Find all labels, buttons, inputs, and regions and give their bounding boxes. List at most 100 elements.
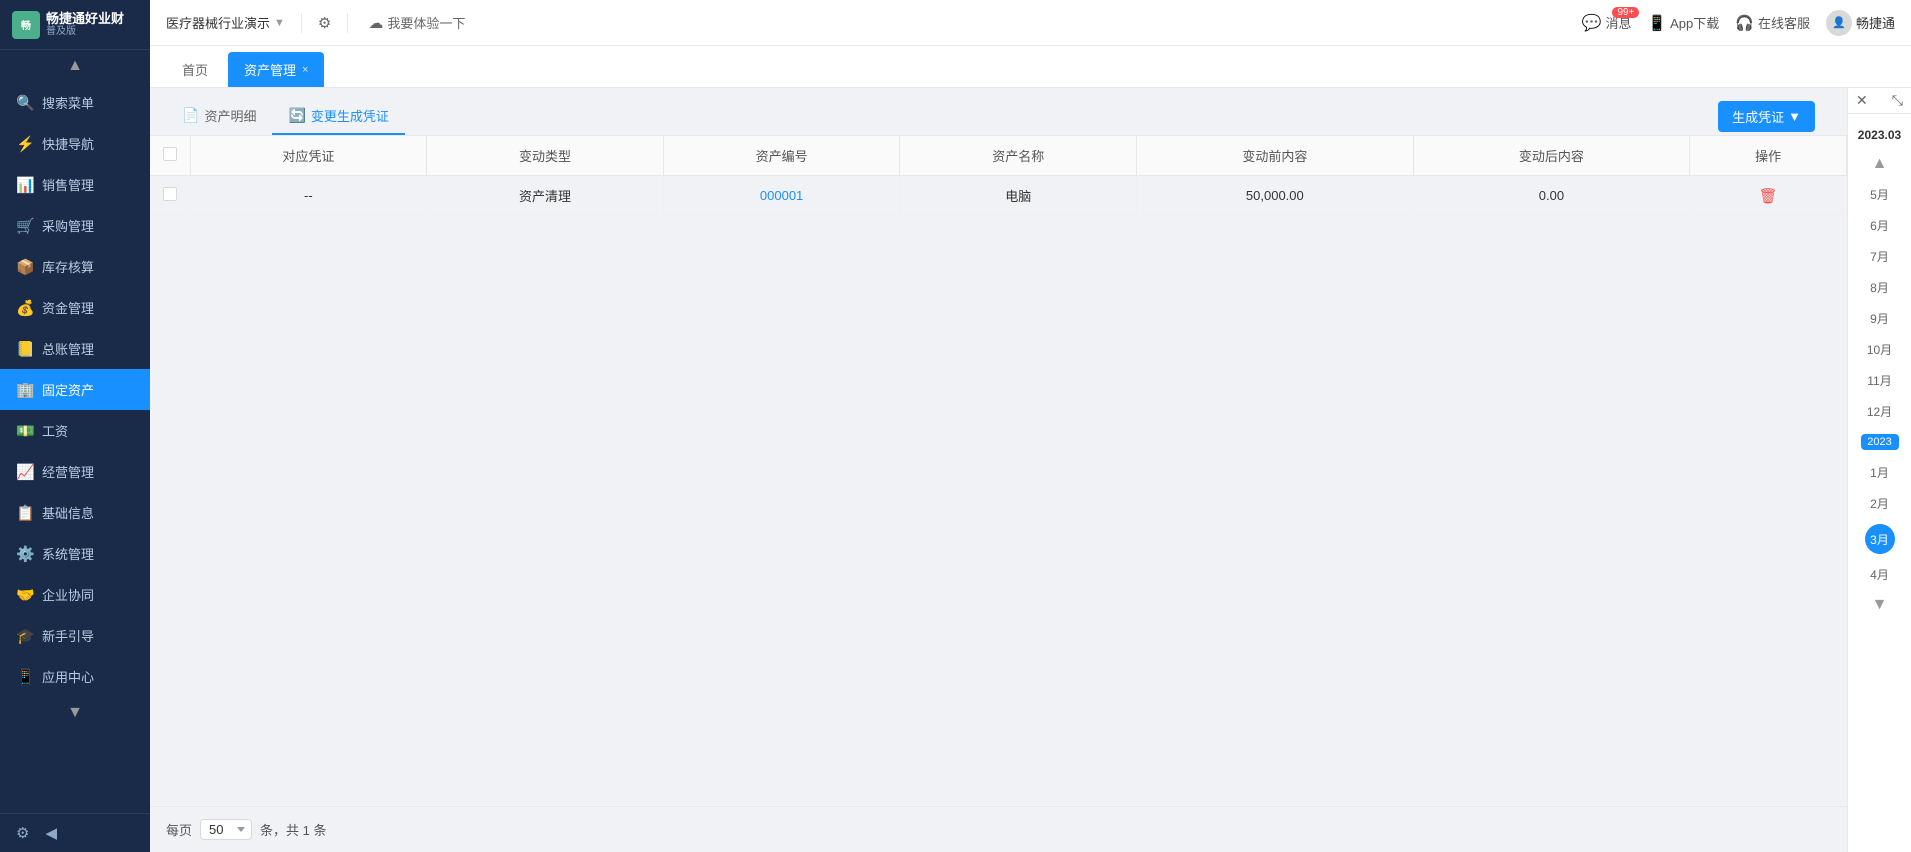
sidebar-item-payroll[interactable]: 💵 工资 [0, 410, 150, 451]
content-main: 📄 资产明细 🔄 变更生成凭证 生成凭证 ▼ [150, 88, 1847, 852]
company-name: 医疗器械行业演示 [166, 13, 270, 32]
month-scroll-down[interactable]: ▼ [1868, 593, 1892, 617]
pagination: 每页 50 10 20 100 条，共 1 条 [150, 806, 1847, 852]
row-checkbox-cell[interactable] [150, 176, 190, 216]
app-download-action[interactable]: 📱 App下载 [1647, 13, 1719, 32]
month-12[interactable]: 12月 [1848, 399, 1911, 424]
month-5[interactable]: 5月 [1848, 182, 1911, 207]
tab-asset-management[interactable]: 资产管理 × [228, 52, 324, 87]
sub-tab-asset-detail[interactable]: 📄 资产明细 [166, 98, 272, 135]
message-icon: 💬 [1582, 13, 1602, 33]
month-2[interactable]: 2月 [1848, 491, 1911, 516]
month-6[interactable]: 6月 [1848, 213, 1911, 238]
table-area: 对应凭证 变动类型 资产编号 资产名称 [150, 136, 1847, 806]
sidebar-item-cooperation[interactable]: 🤝 企业协同 [0, 574, 150, 615]
table-header-before: 变动前内容 [1137, 136, 1414, 176]
sidebar-item-label: 企业协同 [42, 585, 94, 604]
customer-service-icon: 🎧 [1735, 14, 1754, 32]
avatar: 👤 [1826, 10, 1852, 36]
table-header-checkbox[interactable] [150, 136, 190, 176]
basic-info-icon: 📋 [16, 504, 34, 522]
row-asset-no: 000001 [663, 176, 900, 216]
search-icon: 🔍 [16, 94, 34, 112]
page-size-select[interactable]: 50 10 20 100 [200, 819, 252, 840]
row-checkbox[interactable] [163, 187, 177, 201]
user-menu[interactable]: 👤 畅捷通 [1826, 10, 1895, 36]
month-7[interactable]: 7月 [1848, 244, 1911, 269]
purchase-icon: 🛒 [16, 217, 34, 235]
system-icon: ⚙️ [16, 545, 34, 563]
sidebar-item-ledger[interactable]: 📒 总账管理 [0, 328, 150, 369]
tab-home-label: 首页 [182, 63, 208, 78]
change-voucher-icon: 🔄 [288, 107, 305, 124]
dropdown-icon: ▼ [274, 17, 285, 29]
sidebar-item-quicknav[interactable]: ⚡ 快捷导航 [0, 123, 150, 164]
sidebar-item-inventory[interactable]: 📦 库存核算 [0, 246, 150, 287]
quicknav-icon: ⚡ [16, 135, 34, 153]
sidebar-item-fixed-assets[interactable]: 🏢 固定资产 [0, 369, 150, 410]
app-download-icon: 📱 [1647, 14, 1666, 32]
month-4[interactable]: 4月 [1848, 562, 1911, 587]
sidebar-item-sales[interactable]: 📊 销售管理 [0, 164, 150, 205]
generate-dropdown-icon: ▼ [1788, 109, 1801, 124]
company-settings-icon[interactable]: ⚙ [318, 14, 331, 32]
sidebar-item-guide[interactable]: 🎓 新手引导 [0, 615, 150, 656]
fund-icon: 💰 [16, 299, 34, 317]
row-asset-name: 电脑 [900, 176, 1137, 216]
row-change-type: 资产清理 [427, 176, 664, 216]
month-8[interactable]: 8月 [1848, 275, 1911, 300]
sidebar-item-app-center[interactable]: 📱 应用中心 [0, 656, 150, 697]
sidebar-item-search[interactable]: 🔍 搜索菜单 [0, 82, 150, 123]
delete-button[interactable]: 🗑 [1759, 188, 1778, 205]
select-all-checkbox[interactable] [163, 147, 177, 161]
generate-voucher-button[interactable]: 生成凭证 ▼ [1718, 101, 1815, 132]
year-2023-label: 2023 [1861, 434, 1899, 450]
tab-home[interactable]: 首页 [166, 52, 224, 87]
tab-asset-management-label: 资产管理 [244, 60, 296, 79]
app-center-icon: 📱 [16, 668, 34, 686]
sidebar-item-purchase[interactable]: 🛒 采购管理 [0, 205, 150, 246]
month-1[interactable]: 1月 [1848, 460, 1911, 485]
customer-service-label: 在线客服 [1758, 13, 1810, 32]
experience-icon: ☁ [368, 14, 383, 32]
sidebar-item-system[interactable]: ⚙️ 系统管理 [0, 533, 150, 574]
month-11[interactable]: 11月 [1848, 368, 1911, 393]
sidebar-item-label: 采购管理 [42, 216, 94, 235]
app-download-label: App下载 [1670, 13, 1719, 32]
sidebar-item-operation[interactable]: 📈 经营管理 [0, 451, 150, 492]
experience-label: 我要体验一下 [387, 13, 465, 32]
sub-tab-change-voucher-label: 变更生成凭证 [311, 106, 389, 125]
message-action[interactable]: 💬 消息 99+ [1582, 13, 1632, 33]
app-logo: 畅 畅捷通好业财 普及版 [0, 0, 150, 50]
sidebar-item-fund[interactable]: 💰 资金管理 [0, 287, 150, 328]
sub-tab-asset-detail-label: 资产明细 [204, 106, 256, 125]
sidebar-item-label: 系统管理 [42, 544, 94, 563]
sidebar-scroll-up[interactable]: ▲ [63, 54, 87, 78]
ledger-icon: 📒 [16, 340, 34, 358]
operation-icon: 📈 [16, 463, 34, 481]
tab-bar: 首页 资产管理 × [150, 46, 1911, 88]
month-9[interactable]: 9月 [1848, 306, 1911, 331]
asset-detail-icon: 📄 [182, 107, 199, 124]
month-3-active[interactable]: 3月 [1865, 524, 1895, 554]
sidebar-item-label: 固定资产 [42, 380, 94, 399]
sidebar-item-label: 工资 [42, 421, 68, 440]
customer-service-action[interactable]: 🎧 在线客服 [1735, 13, 1810, 32]
sidebar-item-label: 新手引导 [42, 626, 94, 645]
sidebar-item-basic-info[interactable]: 📋 基础信息 [0, 492, 150, 533]
month-10[interactable]: 10月 [1848, 337, 1911, 362]
right-panel-year: 2023.03 [1852, 124, 1907, 146]
sidebar-scroll-down[interactable]: ▼ [63, 701, 87, 725]
right-panel-close-icon[interactable]: ✕ [1856, 92, 1868, 109]
right-panel-expand-icon[interactable]: ⤡ [1892, 92, 1903, 109]
sub-tab-change-voucher[interactable]: 🔄 变更生成凭证 [272, 98, 404, 135]
settings-bottom-icon[interactable]: ⚙ [16, 824, 29, 842]
tab-close-icon[interactable]: × [302, 64, 308, 76]
experience-btn[interactable]: ☁ 我要体验一下 [368, 13, 465, 32]
header-divider-2 [347, 13, 348, 33]
company-selector[interactable]: 医疗器械行业演示 ▼ [166, 13, 285, 32]
header-right: 💬 消息 99+ 📱 App下载 🎧 在线客服 👤 畅捷通 [1582, 10, 1895, 36]
month-scroll-up[interactable]: ▲ [1868, 152, 1892, 176]
sidebar-item-label: 总账管理 [42, 339, 94, 358]
collapse-icon[interactable]: ◀ [45, 824, 57, 842]
